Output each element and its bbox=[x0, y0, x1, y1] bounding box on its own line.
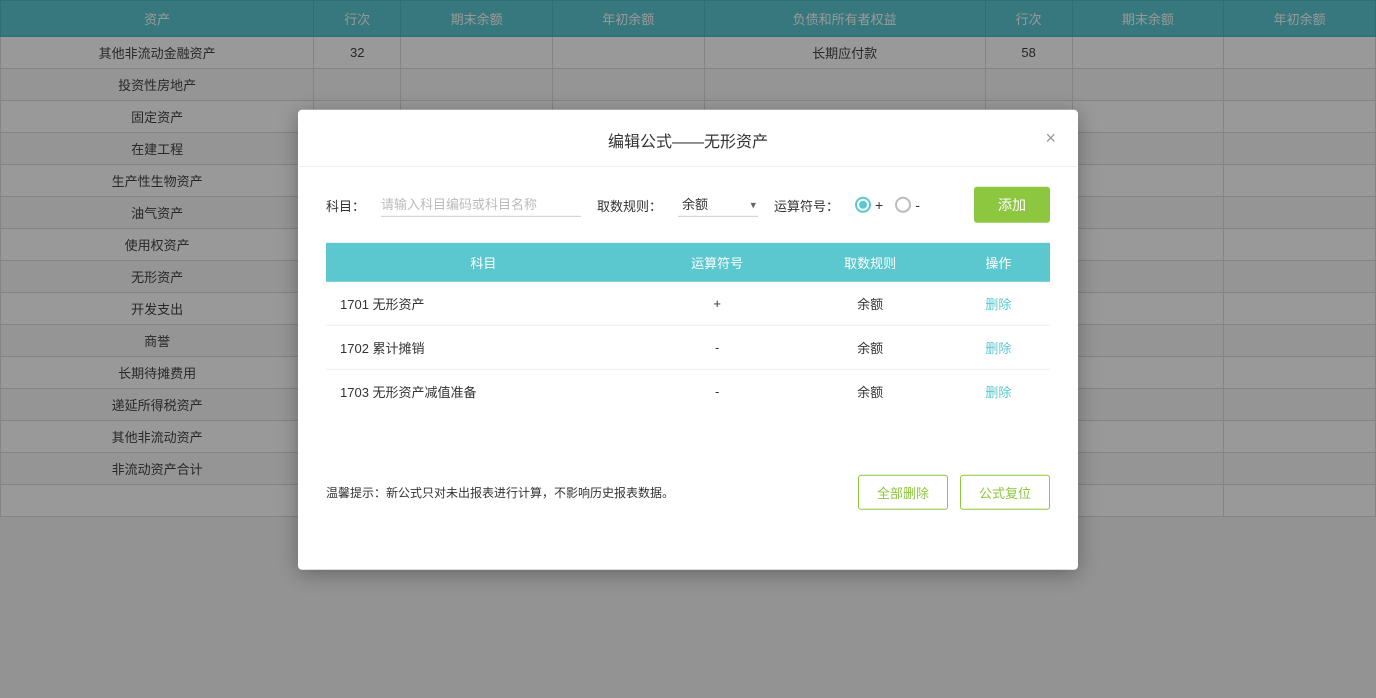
formula-operator: + bbox=[641, 282, 794, 326]
th-operator: 运算符号 bbox=[641, 243, 794, 282]
formula-action: 删除 bbox=[947, 325, 1050, 369]
add-button[interactable]: 添加 bbox=[974, 187, 1050, 223]
subject-input[interactable] bbox=[381, 193, 581, 217]
radio-minus-label: - bbox=[915, 197, 920, 213]
subject-label: 科目： bbox=[326, 195, 365, 214]
formula-subject: 1702 累计摊销 bbox=[326, 325, 641, 369]
th-subject: 科目 bbox=[326, 243, 641, 282]
formula-form-row: 科目： 取数规则： 余额 借方发生额 贷方发生额 ▾ 运算符号： + bbox=[326, 187, 1050, 223]
footer-hint: 温馨提示：新公式只对未出报表进行计算，不影响历史报表数据。 bbox=[326, 484, 674, 501]
formula-rule: 余额 bbox=[794, 369, 947, 413]
close-button[interactable]: × bbox=[1039, 127, 1062, 149]
radio-minus-circle bbox=[895, 197, 911, 213]
formula-rule: 余额 bbox=[794, 325, 947, 369]
formula-rule: 余额 bbox=[794, 282, 947, 326]
modal-title: 编辑公式——无形资产 bbox=[608, 128, 768, 152]
formula-subject: 1701 无形资产 bbox=[326, 282, 641, 326]
formula-table: 科目 运算符号 取数规则 操作 1701 无形资产+余额删除1702 累计摊销-… bbox=[326, 243, 1050, 413]
radio-plus-circle bbox=[855, 197, 871, 213]
delete-row-link[interactable]: 删除 bbox=[985, 297, 1011, 312]
rule-label: 取数规则： bbox=[597, 195, 662, 214]
rule-select[interactable]: 余额 借方发生额 贷方发生额 bbox=[678, 193, 758, 217]
rule-select-wrapper: 余额 借方发生额 贷方发生额 ▾ bbox=[678, 193, 758, 217]
formula-row: 1703 无形资产减值准备-余额 删除 bbox=[326, 369, 1050, 413]
reset-formula-button[interactable]: 公式复位 bbox=[960, 475, 1050, 510]
modal-body: 科目： 取数规则： 余额 借方发生额 贷方发生额 ▾ 运算符号： + bbox=[298, 167, 1078, 463]
formula-action: 删除 bbox=[947, 282, 1050, 326]
modal-header: 编辑公式——无形资产 × bbox=[298, 110, 1078, 167]
formula-row: 1701 无形资产+余额 删除 bbox=[326, 282, 1050, 326]
footer-buttons: 全部删除 公式复位 bbox=[858, 475, 1050, 510]
operator-label: 运算符号： bbox=[774, 195, 839, 214]
formula-action: 删除 bbox=[947, 369, 1050, 413]
operator-radio-group: + - bbox=[855, 197, 920, 213]
formula-operator: - bbox=[641, 325, 794, 369]
formula-subject: 1703 无形资产减值准备 bbox=[326, 369, 641, 413]
delete-row-link[interactable]: 删除 bbox=[985, 385, 1011, 400]
delete-row-link[interactable]: 删除 bbox=[985, 341, 1011, 356]
radio-plus-label: + bbox=[875, 197, 883, 213]
footer-hint-text: 温馨提示：新公式只对未出报表进行计算，不影响历史报表数据。 bbox=[326, 486, 674, 500]
radio-plus[interactable]: + bbox=[855, 197, 883, 213]
table-header-row: 科目 运算符号 取数规则 操作 bbox=[326, 243, 1050, 282]
formula-row: 1702 累计摊销-余额 删除 bbox=[326, 325, 1050, 369]
formula-operator: - bbox=[641, 369, 794, 413]
th-action: 操作 bbox=[947, 243, 1050, 282]
radio-minus[interactable]: - bbox=[895, 197, 920, 213]
modal-footer: 温馨提示：新公式只对未出报表进行计算，不影响历史报表数据。 全部删除 公式复位 bbox=[298, 463, 1078, 530]
th-rule: 取数规则 bbox=[794, 243, 947, 282]
edit-formula-modal: 编辑公式——无形资产 × 科目： 取数规则： 余额 借方发生额 贷方发生额 ▾ … bbox=[298, 110, 1078, 570]
delete-all-button[interactable]: 全部删除 bbox=[858, 475, 948, 510]
